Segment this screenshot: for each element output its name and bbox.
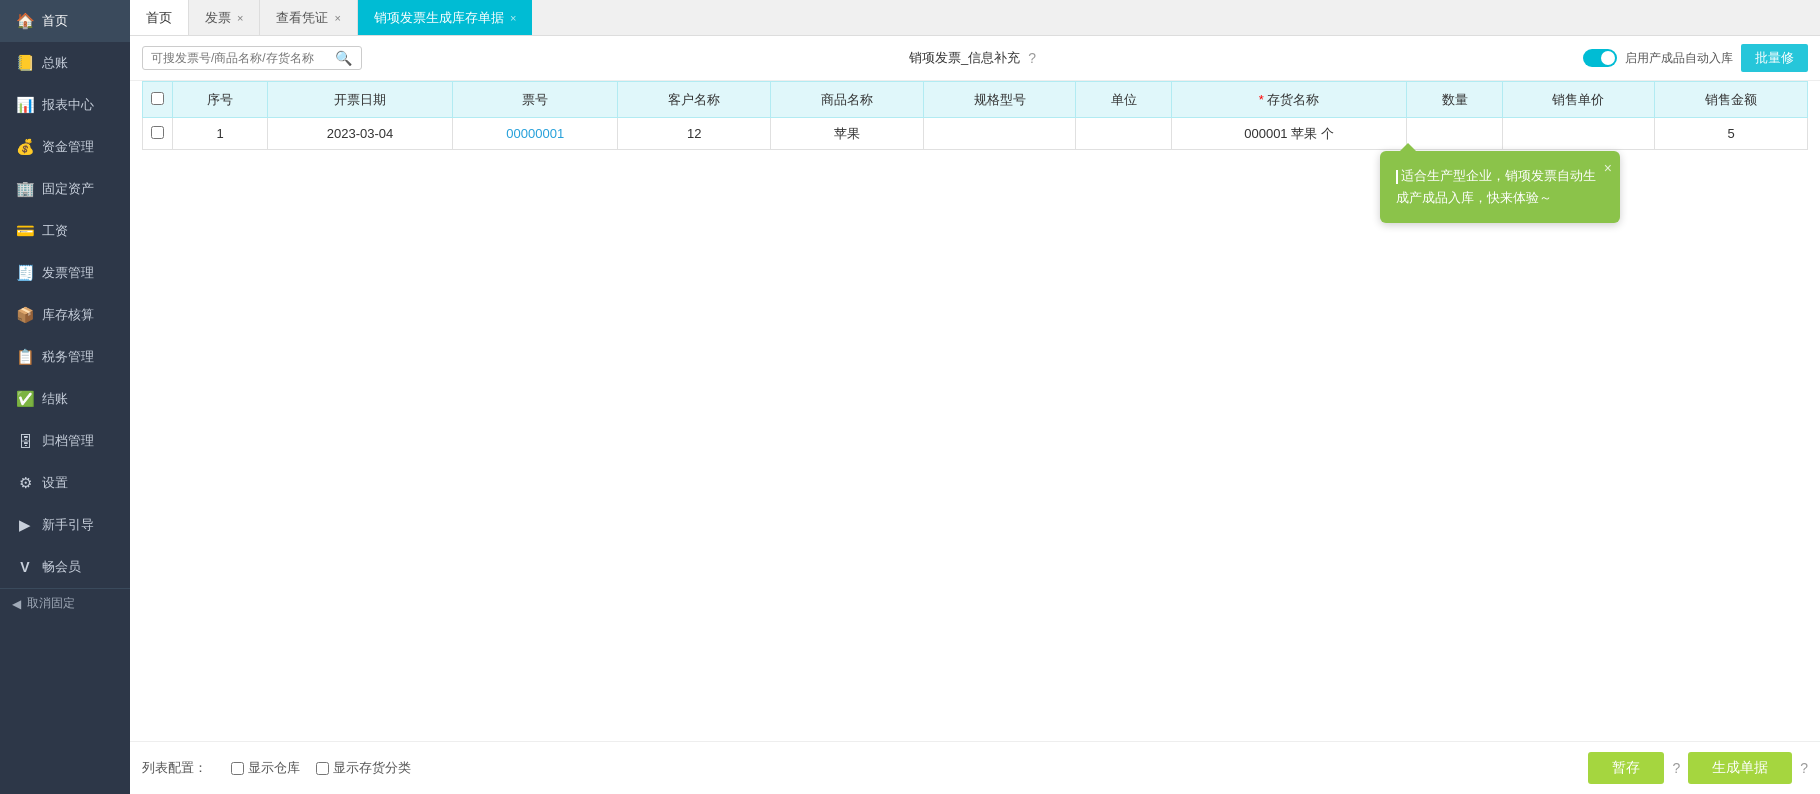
col-spec: 规格型号 (923, 82, 1076, 118)
cell-unit (1076, 118, 1171, 150)
tab-invoice[interactable]: 发票 × (189, 0, 260, 35)
tab-invoice-close[interactable]: × (237, 12, 243, 24)
cell-quantity (1407, 118, 1502, 150)
tooltip-popup: 适合生产型企业，销项发票自动生成产成品入库，快来体验～ × (1380, 151, 1620, 223)
info-label: 销项发票_信息补充 (909, 49, 1020, 67)
cell-date: 2023-03-04 (268, 118, 453, 150)
help-icon[interactable]: ? (1028, 50, 1036, 66)
tooltip-cursor (1396, 170, 1398, 184)
auto-warehouse-toggle[interactable] (1583, 49, 1617, 67)
cell-customer: 12 (618, 118, 771, 150)
cell-seq: 1 (173, 118, 268, 150)
generate-help-icon[interactable]: ? (1800, 760, 1808, 776)
inventory-icon: 📦 (16, 306, 34, 324)
labor-icon: 💳 (16, 222, 34, 240)
cell-number[interactable]: 00000001 (452, 118, 618, 150)
action-buttons: 暂存 ? 生成单据 ? (1588, 752, 1808, 784)
assets-icon: 🏢 (16, 180, 34, 198)
page-content: 🔍 销项发票_信息补充 ? 启用产成品自动入库 批量修 (130, 36, 1820, 794)
table-header-row: 序号 开票日期 票号 客户名称 商品名称 规格型号 单位 * 存货名称 数量 销… (143, 82, 1808, 118)
cell-amount: 5 (1655, 118, 1808, 150)
search-input[interactable] (151, 51, 331, 65)
ledger-icon: 📒 (16, 54, 34, 72)
data-table: 序号 开票日期 票号 客户名称 商品名称 规格型号 单位 * 存货名称 数量 销… (142, 81, 1808, 150)
tab-home[interactable]: 首页 (130, 0, 189, 35)
batch-button[interactable]: 批量修 (1741, 44, 1808, 72)
capital-icon: 💰 (16, 138, 34, 156)
col-unit: 单位 (1076, 82, 1171, 118)
sidebar-item-settings[interactable]: ⚙ 设置 (0, 462, 130, 504)
toolbar-center: 销项发票_信息补充 ? (372, 49, 1573, 67)
archive-icon: 🗄 (16, 433, 34, 450)
settings-icon: ⚙ (16, 474, 34, 492)
home-icon: 🏠 (16, 12, 34, 30)
sidebar-item-labor[interactable]: 💳 工资 (0, 210, 130, 252)
search-box[interactable]: 🔍 (142, 46, 362, 70)
pin-bar[interactable]: ◀ 取消固定 (0, 588, 130, 618)
sidebar-item-tax[interactable]: 📋 税务管理 (0, 336, 130, 378)
reports-icon: 📊 (16, 96, 34, 114)
sidebar-item-guide[interactable]: ▶ 新手引导 (0, 504, 130, 546)
col-date: 开票日期 (268, 82, 453, 118)
tab-voucher-close[interactable]: × (334, 12, 340, 24)
tab-creditnote-close[interactable]: × (510, 12, 516, 24)
col-customer: 客户名称 (618, 82, 771, 118)
toolbar: 🔍 销项发票_信息补充 ? 启用产成品自动入库 批量修 (130, 36, 1820, 81)
show-category-input[interactable] (316, 762, 329, 775)
tab-voucher[interactable]: 查看凭证 × (260, 0, 357, 35)
table-row: 1 2023-03-04 00000001 12 苹果 000001 苹果 个 … (143, 118, 1808, 150)
tooltip-close-button[interactable]: × (1604, 157, 1612, 181)
tax-icon: 📋 (16, 348, 34, 366)
col-quantity: 数量 (1407, 82, 1502, 118)
sidebar-item-settlement[interactable]: ✅ 结账 (0, 378, 130, 420)
row-checkbox-cell (143, 118, 173, 150)
sidebar-item-capital[interactable]: 💰 资金管理 (0, 126, 130, 168)
col-product: 商品名称 (771, 82, 924, 118)
tab-bar: 首页 发票 × 查看凭证 × 销项发票生成库存单据 × (130, 0, 1820, 36)
save-help-icon[interactable]: ? (1672, 760, 1680, 776)
sidebar-item-assets[interactable]: 🏢 固定资产 (0, 168, 130, 210)
search-icon: 🔍 (335, 50, 352, 66)
sidebar-item-reports[interactable]: 📊 报表中心 (0, 84, 130, 126)
show-category-checkbox[interactable]: 显示存货分类 (316, 759, 411, 777)
sidebar-item-vip[interactable]: V 畅会员 (0, 546, 130, 588)
invoice-icon: 🧾 (16, 264, 34, 282)
cell-spec (923, 118, 1076, 150)
show-warehouse-checkbox[interactable]: 显示仓库 (231, 759, 300, 777)
list-config-label: 列表配置： (142, 759, 207, 777)
col-amount: 销售金额 (1655, 82, 1808, 118)
show-warehouse-input[interactable] (231, 762, 244, 775)
sidebar: 🏠 首页 📒 总账 📊 报表中心 💰 资金管理 🏢 固定资产 💳 工资 🧾 发票… (0, 0, 130, 794)
select-all-checkbox[interactable] (151, 92, 164, 105)
cell-price (1502, 118, 1655, 150)
sidebar-item-ledger[interactable]: 📒 总账 (0, 42, 130, 84)
save-button[interactable]: 暂存 (1588, 752, 1664, 784)
settlement-icon: ✅ (16, 390, 34, 408)
sidebar-item-archive[interactable]: 🗄 归档管理 (0, 420, 130, 462)
row-checkbox[interactable] (151, 126, 164, 139)
generate-button[interactable]: 生成单据 (1688, 752, 1792, 784)
cell-product: 苹果 (771, 118, 924, 150)
bottom-bar: 列表配置： 显示仓库 显示存货分类 暂存 ? 生成单据 ? (130, 741, 1820, 794)
cell-inventory: 000001 苹果 个 (1171, 118, 1407, 150)
col-seq: 序号 (173, 82, 268, 118)
col-inventory: * 存货名称 (1171, 82, 1407, 118)
col-number: 票号 (452, 82, 618, 118)
vip-icon: V (16, 559, 34, 575)
guide-icon: ▶ (16, 516, 34, 534)
toggle-label: 启用产成品自动入库 (1625, 50, 1733, 67)
invoice-number-link[interactable]: 00000001 (506, 126, 564, 141)
sidebar-item-invoice[interactable]: 🧾 发票管理 (0, 252, 130, 294)
main-content: 首页 发票 × 查看凭证 × 销项发票生成库存单据 × 🔍 销项发票_信息补充 … (130, 0, 1820, 794)
col-checkbox (143, 82, 173, 118)
pin-icon: ◀ (12, 597, 21, 611)
sidebar-item-inventory[interactable]: 📦 库存核算 (0, 294, 130, 336)
sidebar-item-home[interactable]: 🏠 首页 (0, 0, 130, 42)
tab-creditnote[interactable]: 销项发票生成库存单据 × (358, 0, 532, 35)
toolbar-right: 启用产成品自动入库 批量修 (1583, 44, 1808, 72)
col-price: 销售单价 (1502, 82, 1655, 118)
